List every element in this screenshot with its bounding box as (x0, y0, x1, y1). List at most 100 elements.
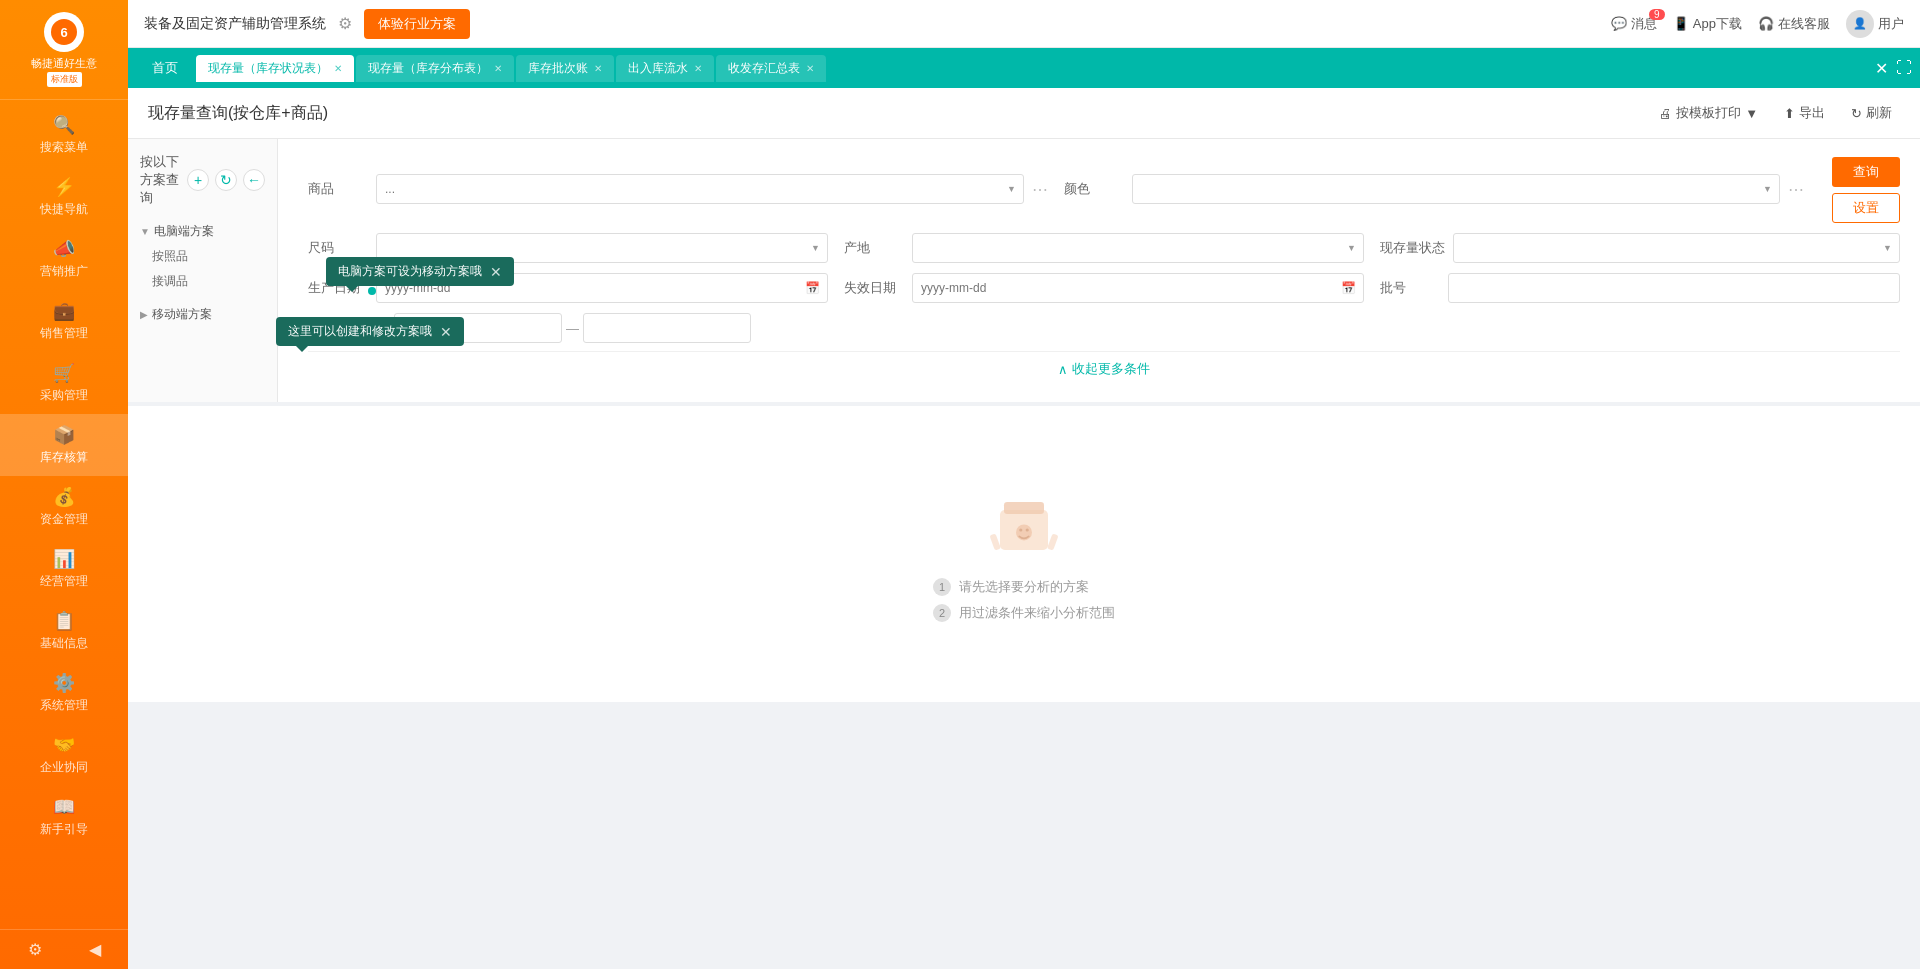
sidebar-bottom: ⚙ ◀ (0, 929, 128, 969)
query-button[interactable]: 查询 (1832, 157, 1900, 187)
nav-enterprise-label: 企业协同 (40, 759, 88, 776)
tab-close-all-icon[interactable]: ✕ (1875, 59, 1888, 78)
color-select[interactable] (1132, 174, 1780, 204)
empty-tip-2: 2 用过滤条件来缩小分析范围 (933, 604, 1115, 622)
tab-home[interactable]: 首页 (136, 53, 194, 83)
tooltip-1-close[interactable]: ✕ (490, 264, 502, 280)
product-more-icon[interactable]: ⋯ (1032, 180, 1048, 199)
scheme-item-1[interactable]: 按照品 (128, 244, 277, 269)
stock-status-select-wrapper (1453, 233, 1900, 263)
nav-purchase[interactable]: 🛒 采购管理 (0, 352, 128, 414)
batch-input[interactable] (1448, 273, 1900, 303)
collapse-sidebar-icon[interactable]: ◀ (89, 940, 101, 959)
empty-tip-1: 1 请先选择要分析的方案 (933, 578, 1115, 596)
filter-area: 按以下方案查询 + ↻ ← ▼ 电脑端方案 按照品 接调品 (128, 139, 1920, 402)
settings-bottom-icon[interactable]: ⚙ (28, 940, 42, 959)
nav-finance[interactable]: 💰 资金管理 (0, 476, 128, 538)
message-icon: 💬 (1611, 16, 1627, 31)
nav-search[interactable]: 🔍 搜索菜单 (0, 104, 128, 166)
app-download-item[interactable]: 📱 App下载 (1673, 15, 1742, 33)
header-right: 💬 消息 9 📱 App下载 🎧 在线客服 👤 用户 (1611, 10, 1904, 38)
nav-inventory[interactable]: 📦 库存核算 (0, 414, 128, 476)
set-button[interactable]: 设置 (1832, 193, 1900, 223)
tab-flow[interactable]: 出入库流水 ✕ (616, 55, 714, 82)
nav-quick-label: 快捷导航 (40, 201, 88, 218)
tab-inventory-distribution-label: 现存量（库存分布表） (368, 60, 488, 77)
refresh-button[interactable]: ↻ 刷新 (1843, 100, 1900, 126)
tab-summary-close[interactable]: ✕ (806, 63, 814, 74)
stock-main-to-input[interactable] (583, 313, 751, 343)
inventory-icon: 📦 (53, 424, 75, 446)
origin-select[interactable] (912, 233, 1364, 263)
nav-quick[interactable]: ⚡ 快捷导航 (0, 166, 128, 228)
tooltip-scheme-1: 电脑方案可设为移动方案哦 ✕ (326, 257, 514, 286)
user-item[interactable]: 👤 用户 (1846, 10, 1904, 38)
page-content: 现存量查询(按仓库+商品) 🖨 按模板打印 ▼ ⬆ 导出 ↻ 刷新 (128, 88, 1920, 969)
back-scheme-button[interactable]: ← (243, 169, 265, 191)
filter-product-group: 商品 ⋯ (308, 174, 1048, 204)
page-header: 现存量查询(按仓库+商品) 🖨 按模板打印 ▼ ⬆ 导出 ↻ 刷新 (128, 88, 1920, 139)
expiry-date-input[interactable] (912, 273, 1364, 303)
nav-guide[interactable]: 📖 新手引导 (0, 786, 128, 848)
origin-label: 产地 (844, 239, 904, 257)
avatar-icon: 👤 (1853, 17, 1867, 30)
scheme-item-2[interactable]: 接调品 (128, 269, 277, 294)
system-settings-icon[interactable]: ⚙ (338, 14, 352, 33)
empty-tips: 1 请先选择要分析的方案 2 用过滤条件来缩小分析范围 (933, 578, 1115, 622)
tab-flow-close[interactable]: ✕ (694, 63, 702, 74)
export-icon: ⬆ (1784, 106, 1795, 121)
tab-inventory-status-close[interactable]: ✕ (334, 63, 342, 74)
batch-label: 批号 (1380, 279, 1440, 297)
empty-state: 1 请先选择要分析的方案 2 用过滤条件来缩小分析范围 (128, 406, 1920, 702)
svg-point-6 (1026, 528, 1029, 531)
trial-button[interactable]: 体验行业方案 (364, 9, 470, 39)
tooltip-2-close[interactable]: ✕ (440, 324, 452, 340)
tab-inventory-distribution[interactable]: 现存量（库存分布表） ✕ (356, 55, 514, 82)
color-more-icon[interactable]: ⋯ (1788, 180, 1804, 199)
collapse-label: 收起更多条件 (1072, 360, 1150, 378)
product-input[interactable] (376, 174, 1024, 204)
tab-inventory-distribution-close[interactable]: ✕ (494, 63, 502, 74)
nav-operations[interactable]: 📊 经营管理 (0, 538, 128, 600)
query-btns: 查询 设置 (1820, 155, 1900, 223)
add-scheme-button[interactable]: + (187, 169, 209, 191)
headset-icon: 🎧 (1758, 16, 1774, 31)
nav-basic[interactable]: 📋 基础信息 (0, 600, 128, 662)
stock-status-select[interactable] (1453, 233, 1900, 263)
tab-expand-icon[interactable]: ⛶ (1896, 59, 1912, 78)
nav-inventory-label: 库存核算 (40, 449, 88, 466)
nav-enterprise[interactable]: 🤝 企业协同 (0, 724, 128, 786)
expiry-date-label: 失效日期 (844, 279, 904, 297)
online-support-item[interactable]: 🎧 在线客服 (1758, 15, 1830, 33)
tab-bar-right: ✕ ⛶ (1875, 59, 1912, 78)
refresh-scheme-button[interactable]: ↻ (215, 169, 237, 191)
scheme-desktop-header[interactable]: ▼ 电脑端方案 (128, 219, 277, 244)
tab-inventory-status[interactable]: 现存量（库存状况表） ✕ (196, 55, 354, 82)
sidebar-logo: 6 畅捷通好生意 标准版 (0, 0, 128, 100)
scheme-mobile-group: ▶ 移动端方案 (128, 302, 277, 327)
tab-summary[interactable]: 收发存汇总表 ✕ (716, 55, 826, 82)
scheme-sidebar: 按以下方案查询 + ↻ ← ▼ 电脑端方案 按照品 接调品 (128, 139, 278, 402)
nav-marketing[interactable]: 📣 营销推广 (0, 228, 128, 290)
nav-basic-label: 基础信息 (40, 635, 88, 652)
nav-sales[interactable]: 💼 销售管理 (0, 290, 128, 352)
stock-status-label: 现存量状态 (1380, 239, 1445, 257)
message-item[interactable]: 💬 消息 9 (1611, 15, 1657, 33)
tab-batch-account[interactable]: 库存批次账 ✕ (516, 55, 614, 82)
collapse-button[interactable]: ∧ 收起更多条件 (308, 351, 1900, 386)
print-button[interactable]: 🖨 按模板打印 ▼ (1651, 100, 1766, 126)
empty-illustration (984, 486, 1064, 566)
scheme-mobile-header[interactable]: ▶ 移动端方案 (128, 302, 277, 327)
nav-sales-label: 销售管理 (40, 325, 88, 342)
tab-batch-account-close[interactable]: ✕ (594, 63, 602, 74)
avatar: 👤 (1846, 10, 1874, 38)
guide-icon: 📖 (53, 796, 75, 818)
tip-text-2: 用过滤条件来缩小分析范围 (959, 604, 1115, 622)
top-header: 装备及固定资产辅助管理系统 ⚙ 体验行业方案 💬 消息 9 📱 App下载 🎧 … (128, 0, 1920, 48)
page-title: 现存量查询(按仓库+商品) (148, 103, 328, 124)
logo-text: 畅捷通好生意 (31, 56, 97, 70)
svg-rect-3 (1004, 502, 1044, 514)
nav-system[interactable]: ⚙️ 系统管理 (0, 662, 128, 724)
export-button[interactable]: ⬆ 导出 (1776, 100, 1833, 126)
marketing-icon: 📣 (53, 238, 75, 260)
